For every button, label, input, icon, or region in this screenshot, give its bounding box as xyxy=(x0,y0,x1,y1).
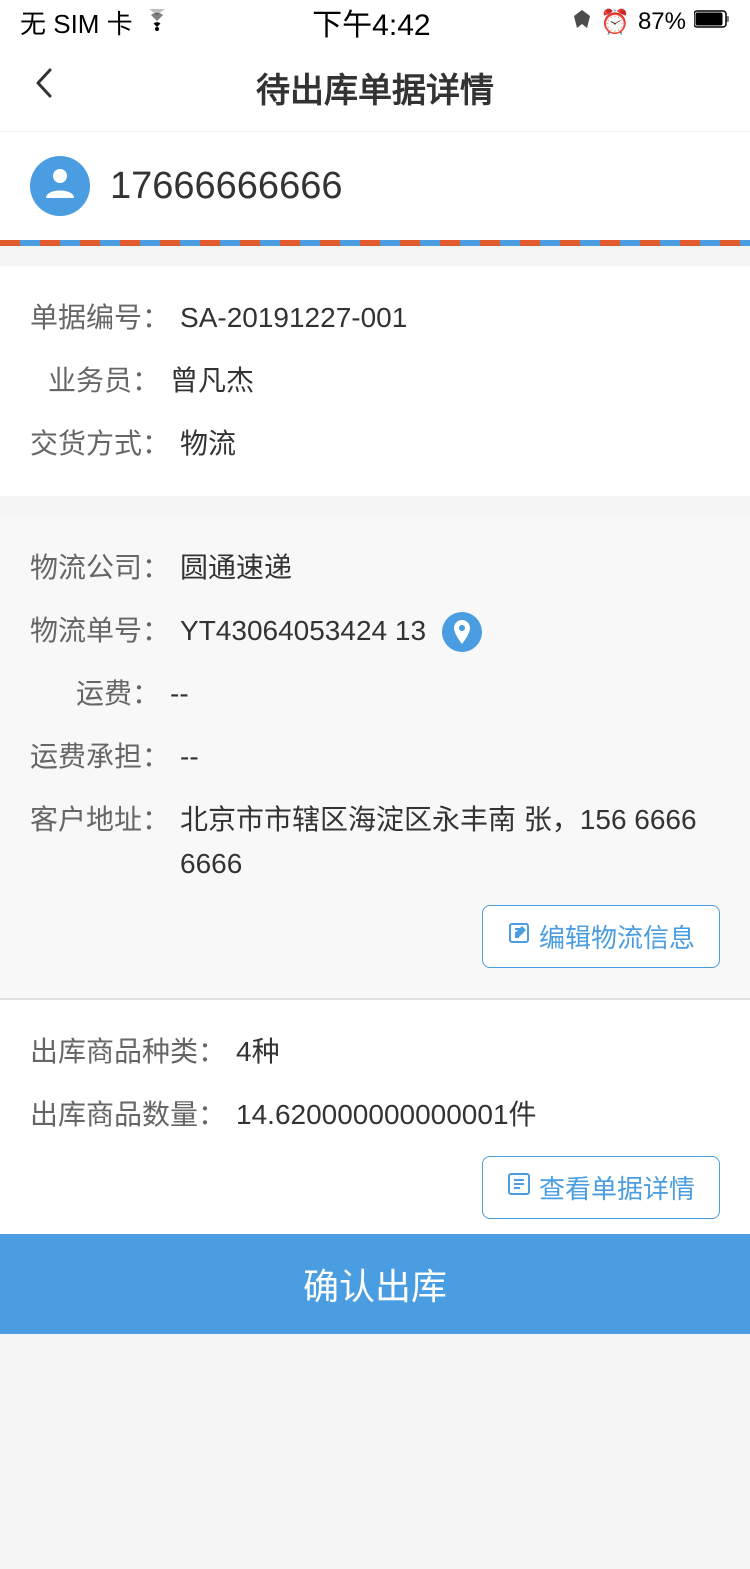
confirm-outbound-label: 确认出库 xyxy=(303,1258,447,1310)
confirm-outbound-button[interactable]: 确认出库 xyxy=(0,1234,750,1334)
tracking-number-row: 物流单号： YT43064053424 13 xyxy=(30,609,720,654)
logistics-company-value: 圆通速递 xyxy=(180,546,720,591)
basic-info-section: 单据编号： SA-20191227-001 业务员： 曾凡杰 交货方式： 物流 xyxy=(0,266,750,496)
edit-logistics-label: 编辑物流信息 xyxy=(539,918,695,955)
view-details-label: 查看单据详情 xyxy=(539,1169,695,1206)
document-number-value: SA-20191227-001 xyxy=(180,296,720,341)
alarm-icon: ⏰ xyxy=(600,8,630,37)
address-value: 北京市市辖区海淀区永丰南 张，156 6666 6666 xyxy=(180,798,720,888)
goods-quantity-label: 出库商品数量： xyxy=(30,1093,236,1138)
logistics-section: 物流公司： 圆通速递 物流单号： YT43064053424 13 运费： --… xyxy=(0,516,750,998)
customer-phone: 17666666666 xyxy=(110,165,342,208)
address-row: 客户地址： 北京市市辖区海淀区永丰南 张，156 6666 6666 xyxy=(30,798,720,888)
edit-icon xyxy=(507,921,531,952)
nav-bar: 待出库单据详情 xyxy=(0,44,750,132)
edit-logistics-btn-container: 编辑物流信息 xyxy=(30,905,720,968)
list-icon xyxy=(507,1172,531,1203)
tracking-number-label: 物流单号： xyxy=(30,609,180,654)
status-left: 无 SIM 卡 xyxy=(20,4,171,41)
goods-section: 出库商品种类： 4种 出库商品数量： 14.620000000000001件 查… xyxy=(0,1000,750,1249)
status-right: ⏰ 87% xyxy=(572,8,730,37)
battery-percent: 87% xyxy=(638,8,686,36)
delivery-method-value: 物流 xyxy=(180,422,720,467)
tracking-row-content: YT43064053424 13 xyxy=(180,609,482,654)
goods-quantity-row: 出库商品数量： 14.620000000000001件 xyxy=(30,1093,720,1138)
person-icon xyxy=(42,164,78,208)
back-button[interactable] xyxy=(24,56,64,119)
customer-header: 17666666666 xyxy=(0,132,750,240)
salesman-value: 曾凡杰 xyxy=(170,359,720,404)
document-number-row: 单据编号： SA-20191227-001 xyxy=(30,296,720,341)
dashed-separator xyxy=(0,240,750,246)
avatar xyxy=(30,156,90,216)
status-bar: 无 SIM 卡 下午4:42 ⏰ 87% xyxy=(0,0,750,44)
freight-bear-row: 运费承担： -- xyxy=(30,735,720,780)
track-location-button[interactable] xyxy=(442,612,482,652)
carrier-label: 无 SIM 卡 xyxy=(20,4,133,41)
delivery-method-label: 交货方式： xyxy=(30,422,180,467)
salesman-row: 业务员： 曾凡杰 xyxy=(30,359,720,404)
logistics-company-label: 物流公司： xyxy=(30,546,180,591)
location-status-icon xyxy=(572,8,592,37)
view-details-btn-container: 查看单据详情 xyxy=(30,1156,720,1219)
freight-row: 运费： -- xyxy=(30,672,720,717)
freight-bear-value: -- xyxy=(180,735,720,780)
salesman-label: 业务员： xyxy=(30,359,170,404)
logistics-company-row: 物流公司： 圆通速递 xyxy=(30,546,720,591)
delivery-method-row: 交货方式： 物流 xyxy=(30,422,720,467)
goods-quantity-value: 14.620000000000001件 xyxy=(236,1093,720,1138)
view-details-button[interactable]: 查看单据详情 xyxy=(482,1156,720,1219)
battery-icon xyxy=(694,8,730,36)
freight-value: -- xyxy=(170,672,720,717)
edit-logistics-button[interactable]: 编辑物流信息 xyxy=(482,905,720,968)
goods-category-value: 4种 xyxy=(236,1030,720,1075)
document-number-label: 单据编号： xyxy=(30,296,180,341)
freight-label: 运费： xyxy=(30,672,170,717)
tracking-number-value: YT43064053424 13 xyxy=(180,609,426,654)
address-label: 客户地址： xyxy=(30,798,180,843)
goods-category-row: 出库商品种类： 4种 xyxy=(30,1030,720,1075)
status-time: 下午4:42 xyxy=(312,0,430,44)
freight-bear-label: 运费承担： xyxy=(30,735,180,780)
wifi-icon xyxy=(143,7,171,38)
goods-category-label: 出库商品种类： xyxy=(30,1030,236,1075)
page-title: 待出库单据详情 xyxy=(256,63,494,112)
